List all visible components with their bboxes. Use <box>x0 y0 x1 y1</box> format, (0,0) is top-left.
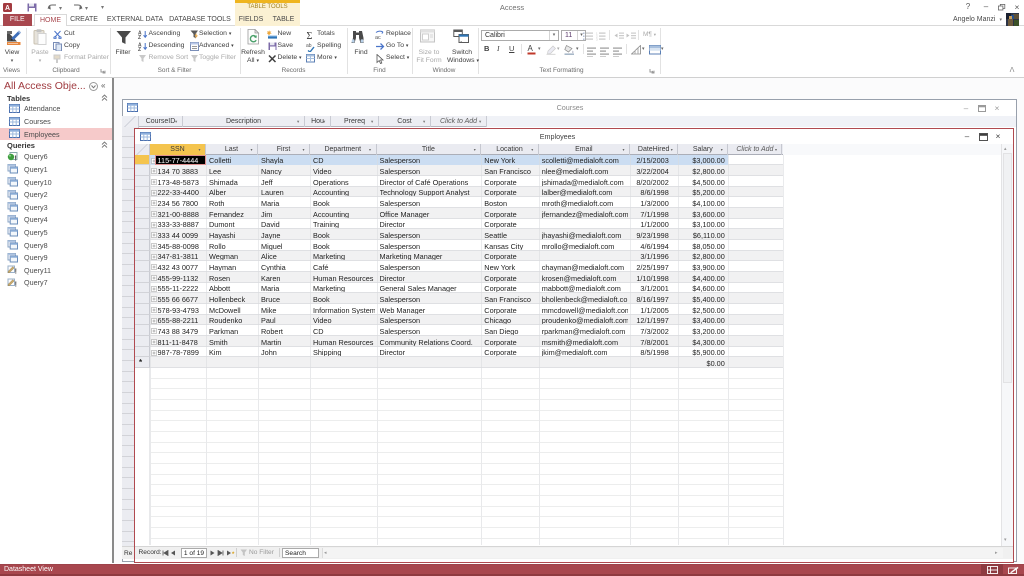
svg-text:ac: ac <box>375 35 381 39</box>
svg-text:▾: ▾ <box>59 6 62 11</box>
svg-text:*: * <box>232 552 235 556</box>
svg-text:Σ: Σ <box>307 31 313 40</box>
svg-text:ab: ab <box>306 43 312 49</box>
svg-text:▾: ▾ <box>85 6 88 11</box>
svg-text:A: A <box>5 5 10 12</box>
svg-text:Z: Z <box>138 47 141 51</box>
svg-text:!: ! <box>15 281 17 287</box>
svg-text:!: ! <box>15 269 17 275</box>
svg-text:Z: Z <box>138 35 141 39</box>
svg-text:3: 3 <box>596 38 598 42</box>
svg-text:!: ! <box>15 155 17 162</box>
svg-text:A: A <box>528 44 534 53</box>
